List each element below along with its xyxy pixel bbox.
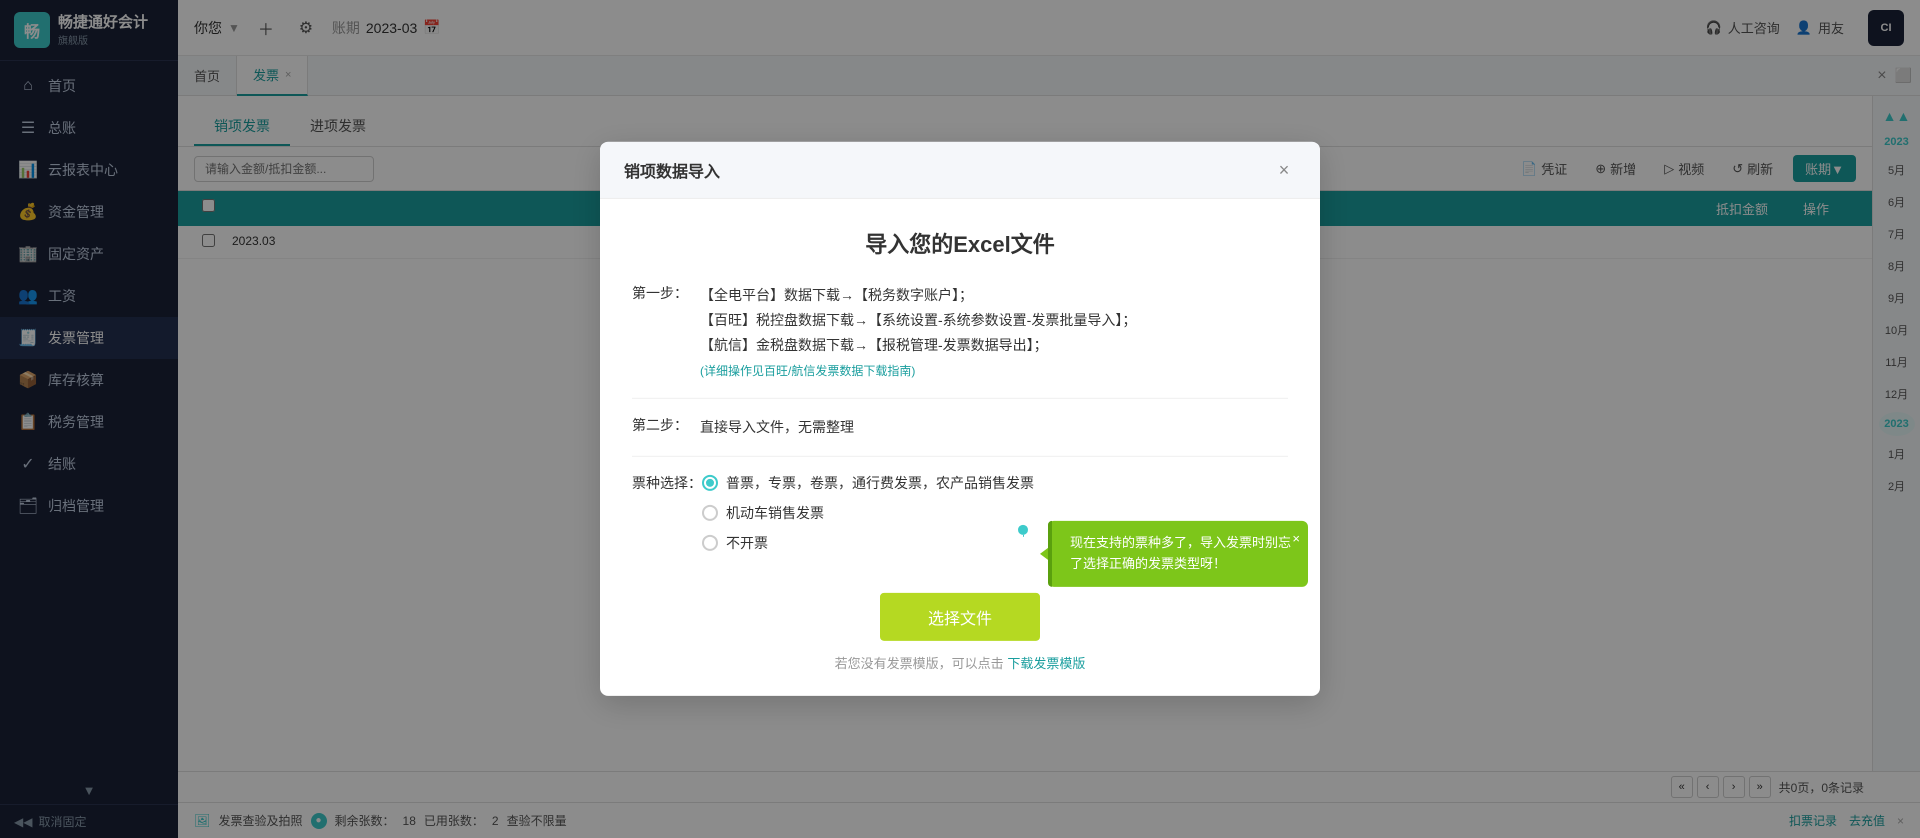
radio-circle-1 [702, 475, 718, 491]
radio-label-1: 普票，专票，卷票，通行费发票，农产品销售发票 [726, 473, 1034, 493]
radio-option-3[interactable]: 不开票 [702, 533, 1034, 553]
modal-body: 导入您的Excel文件 第一步： 【全电平台】数据下载→【税务数字账户】； 【百… [600, 199, 1320, 696]
step2-row: 第二步： 直接导入文件，无需整理 [632, 415, 1288, 440]
tooltip-popup: 现在支持的票种多了，导入发票时别忘了选择正确的发票类型呀！ × [1048, 521, 1308, 587]
tooltip-close-btn[interactable]: × [1292, 529, 1300, 550]
step1-content: 【全电平台】数据下载→【税务数字账户】； 【百旺】税控盘数据下载→【系统设置-系… [700, 283, 1136, 382]
step1-link[interactable]: (详细操作见百旺/航信发票数据下载指南) [700, 363, 915, 377]
step1-line2: 【百旺】税控盘数据下载→【系统设置-系统参数设置-发票批量导入】； [700, 308, 1136, 333]
modal-footer-note: 若您没有发票模版，可以点击 下载发票模版 [632, 653, 1288, 672]
step1-hint[interactable]: (详细操作见百旺/航信发票数据下载指南) [700, 360, 1136, 382]
step1-row: 第一步： 【全电平台】数据下载→【税务数字账户】； 【百旺】税控盘数据下载→【系… [632, 283, 1288, 382]
radio-dot-1 [706, 479, 714, 487]
tooltip-anchor: 现在支持的票种多了，导入发票时别忘了选择正确的发票类型呀！ × [1048, 521, 1308, 587]
modal-close-btn[interactable]: × [1272, 158, 1296, 182]
step2-content: 直接导入文件，无需整理 [700, 415, 854, 440]
radio-circle-2 [702, 505, 718, 521]
divider1 [632, 398, 1288, 399]
select-file-btn[interactable]: 选择文件 [880, 593, 1040, 641]
divider2 [632, 456, 1288, 457]
import-modal: 销项数据导入 × 导入您的Excel文件 第一步： 【全电平台】数据下载→【税务… [600, 142, 1320, 696]
tooltip-content: 现在支持的票种多了，导入发票时别忘了选择正确的发票类型呀！ [1070, 533, 1294, 575]
modal-header: 销项数据导入 × [600, 142, 1320, 199]
download-template-link[interactable]: 下载发票模版 [1007, 656, 1085, 671]
ticket-select-label: 票种选择： [632, 473, 702, 493]
select-file-section: 选择文件 [632, 593, 1288, 641]
step2-label: 第二步： [632, 415, 700, 435]
radio-label-3: 不开票 [726, 533, 768, 553]
tooltip-line [1023, 535, 1024, 537]
ticket-section: 票种选择： 普票，专票，卷票，通行费发票，农产品销售发票 机动车销售发票 [632, 473, 1288, 569]
step1-label: 第一步： [632, 283, 700, 303]
radio-group: 普票，专票，卷票，通行费发票，农产品销售发票 机动车销售发票 不开票 [702, 473, 1034, 553]
radio-option-1[interactable]: 普票，专票，卷票，通行费发票，农产品销售发票 [702, 473, 1034, 493]
footer-note-text: 若您没有发票模版，可以点击 [835, 656, 1004, 671]
radio-option-2[interactable]: 机动车销售发票 [702, 503, 1034, 523]
step1-line3: 【航信】金税盘数据下载→【报税管理-发票数据导出】； [700, 333, 1136, 358]
modal-main-title: 导入您的Excel文件 [632, 227, 1288, 259]
tooltip-bar [1048, 521, 1052, 587]
modal-title: 销项数据导入 [624, 158, 720, 182]
radio-circle-3 [702, 535, 718, 551]
radio-label-2: 机动车销售发票 [726, 503, 824, 523]
step1-line1: 【全电平台】数据下载→【税务数字账户】； [700, 283, 1136, 308]
